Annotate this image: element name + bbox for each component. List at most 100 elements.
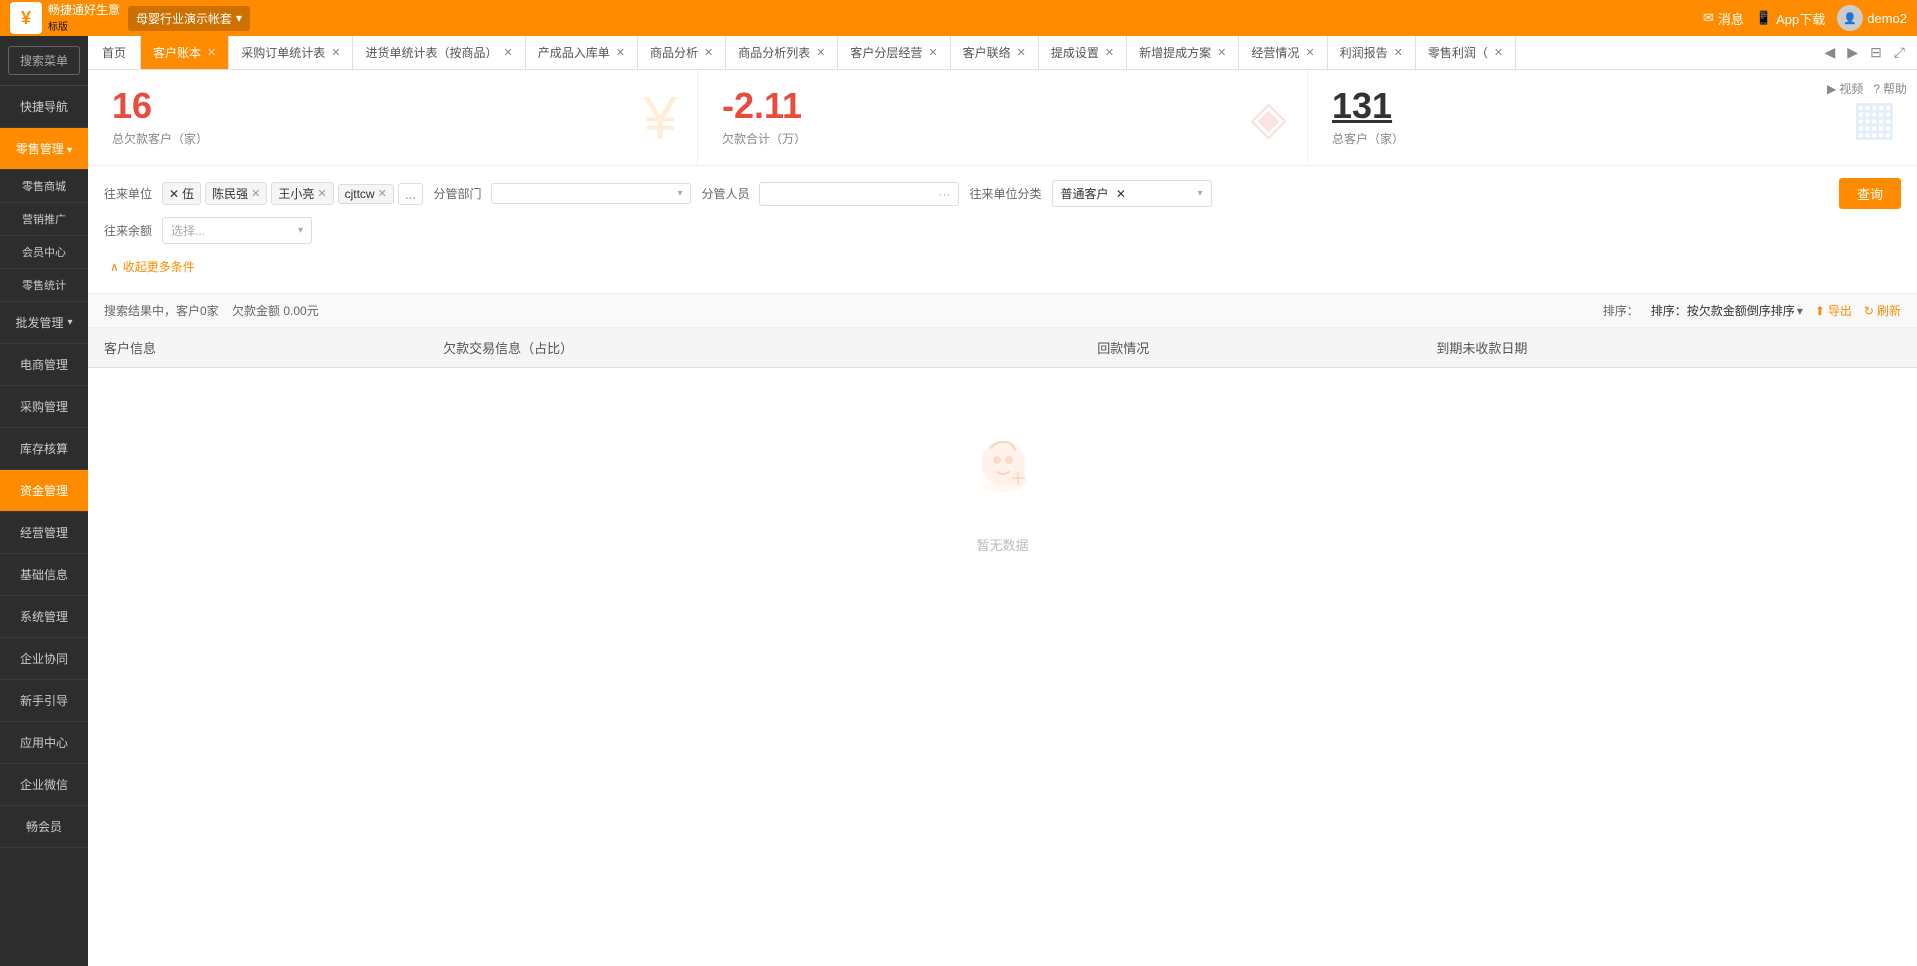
remove-icon[interactable]: ✕ [251, 187, 260, 200]
video-button[interactable]: ▶ 视频 [1827, 80, 1863, 97]
tab-bar: 首页 客户账本 ✕ 采购订单统计表 ✕ 进货单统计表（按商品） ✕ 产成品入库单… [88, 36, 1917, 70]
sidebar-item-app-center[interactable]: 应用中心 [0, 722, 88, 764]
export-button[interactable]: ⬆ 导出 [1815, 302, 1852, 319]
remove-icon[interactable]: ✕ [1116, 187, 1126, 201]
search-menu-button[interactable]: 搜索菜单 [8, 46, 80, 75]
tab-maximize-button[interactable]: ⤢ [1890, 42, 1909, 63]
sidebar-item-marketing-promo[interactable]: 营销推广 [0, 203, 88, 236]
sidebar-item-system-management[interactable]: 系统管理 [0, 596, 88, 638]
remove-icon[interactable]: ✕ [378, 187, 387, 200]
remain-filter-select[interactable]: 选择... ▾ [162, 217, 312, 244]
tab-customer-contact[interactable]: 客户联络 ✕ [951, 36, 1039, 69]
tab-prev-button[interactable]: ◀ [1821, 42, 1840, 63]
tab-close-icon[interactable]: ✕ [928, 46, 937, 59]
tab-product-in-stock[interactable]: 产成品入库单 ✕ [526, 36, 638, 69]
unit-tag-wang[interactable]: 王小亮 ✕ [271, 182, 333, 205]
user-profile[interactable]: 👤 demo2 [1837, 5, 1907, 31]
col-customer-info: 客户信息 [88, 328, 427, 368]
app-download-button[interactable]: 📱 App下载 [1756, 9, 1825, 28]
tab-new-promote-plan[interactable]: 新增提成方案 ✕ [1127, 36, 1239, 69]
collapse-button[interactable]: ∧ 收起更多条件 [104, 252, 1901, 281]
tab-close-icon[interactable]: ✕ [207, 46, 216, 59]
sidebar-item-retail-mall[interactable]: 零售商城 [0, 170, 88, 203]
tab-close-icon[interactable]: ✕ [1394, 46, 1403, 59]
tab-close-icon[interactable]: ✕ [704, 46, 713, 59]
tab-menu-button[interactable]: ⊟ [1866, 42, 1886, 63]
col-overdue-date: 到期未收款日期 [1420, 328, 1917, 368]
sidebar-item-wholesale-management[interactable]: 批发管理 ▾ [0, 302, 88, 344]
refresh-button[interactable]: ↻ 刷新 [1864, 302, 1901, 319]
main-layout: 搜索菜单 快捷导航 零售管理 ▾ 零售商城 营销推广 会员中心 零售统计 批 [0, 36, 1917, 966]
collapse-row: ∧ 收起更多条件 [104, 252, 1901, 281]
message-icon: ✉ [1703, 10, 1714, 26]
tab-next-button[interactable]: ▶ [1843, 42, 1862, 63]
sort-select[interactable]: 排序：按欠款金额倒序排序 ▾ [1651, 302, 1803, 319]
sidebar-item-inventory-check[interactable]: 库存核算 [0, 428, 88, 470]
tab-close-icon[interactable]: ✕ [816, 46, 825, 59]
sidebar-item-member-center[interactable]: 会员中心 [0, 236, 88, 269]
unit-tag-wu[interactable]: ✕ 伍 [162, 182, 201, 205]
sidebar-item-new-user-guide[interactable]: 新手引导 [0, 680, 88, 722]
sidebar-item-operations-management[interactable]: 经营管理 [0, 512, 88, 554]
sidebar-item-enterprise-wechat[interactable]: 企业微信 [0, 764, 88, 806]
logo-area: ¥ 畅捷通好生意 标版 [10, 2, 120, 34]
sidebar-item-quick-nav[interactable]: 快捷导航 [0, 86, 88, 128]
tab-operations[interactable]: 经营情况 ✕ [1239, 36, 1327, 69]
tab-product-analysis-list[interactable]: 商品分析列表 ✕ [726, 36, 838, 69]
chevron-icon: ▾ [67, 145, 72, 156]
query-button[interactable]: 查询 [1839, 178, 1901, 209]
unit-tag-chen[interactable]: 陈民强 ✕ [205, 182, 267, 205]
sidebar-item-enterprise-cooperation[interactable]: 企业协同 [0, 638, 88, 680]
tab-customer-account[interactable]: 客户账本 ✕ [141, 36, 229, 69]
refresh-icon: ↻ [1864, 304, 1874, 318]
stat-card-total-customers: 131 总客户（家） ▦ [1308, 70, 1917, 165]
tab-purchase-stats-by-product[interactable]: 进货单统计表（按商品） ✕ [353, 36, 525, 69]
overdue-customers-number: 16 [112, 88, 152, 124]
chevron-down-icon: ▾ [677, 188, 682, 199]
workspace-selector[interactable]: 母婴行业演示帐套 ▾ [128, 6, 250, 31]
tab-customer-segmentation[interactable]: 客户分层经营 ✕ [838, 36, 950, 69]
customers-bg-icon: ¥ [644, 83, 677, 152]
question-icon: ? [1873, 82, 1880, 96]
remove-icon[interactable]: ✕ [317, 187, 326, 200]
overdue-amount-label: 欠款合计（万） [722, 130, 806, 147]
sidebar-item-retail-stats[interactable]: 零售统计 [0, 269, 88, 302]
tab-profit-report[interactable]: 利润报告 ✕ [1328, 36, 1416, 69]
unit-filter-tags: ✕ 伍 陈民强 ✕ 王小亮 ✕ [162, 182, 423, 205]
sidebar-item-pro-member[interactable]: 畅会员 [0, 806, 88, 848]
tab-close-icon[interactable]: ✕ [331, 46, 340, 59]
tab-close-icon[interactable]: ✕ [504, 46, 513, 59]
person-filter-label: 分管人员 [701, 185, 749, 202]
tab-home[interactable]: 首页 [88, 36, 141, 69]
tab-close-icon[interactable]: ✕ [1217, 46, 1226, 59]
dept-filter-select[interactable]: ▾ [491, 183, 691, 204]
tab-retail-profit[interactable]: 零售利润（ ✕ [1416, 36, 1516, 69]
sidebar-item-ecommerce-management[interactable]: 电商管理 [0, 344, 88, 386]
tab-close-icon[interactable]: ✕ [1494, 46, 1503, 59]
tab-close-icon[interactable]: ✕ [616, 46, 625, 59]
tab-close-icon[interactable]: ✕ [1305, 46, 1314, 59]
sidebar-item-retail-management[interactable]: 零售管理 ▾ [0, 128, 88, 170]
unit-more-button[interactable]: ... [398, 183, 424, 205]
total-customers-number: 131 [1332, 88, 1392, 124]
unit-tag-cjttcw[interactable]: cjttcw ✕ [338, 184, 394, 204]
tab-promote-settings[interactable]: 提成设置 ✕ [1039, 36, 1127, 69]
stat-card-overdue-customers: 16 总欠款客户（家） ¥ [88, 70, 698, 165]
video-help-area: ▶ 视频 ? 帮助 [1827, 80, 1907, 97]
category-filter-select[interactable]: 普通客户 ✕ ▾ [1052, 180, 1212, 207]
sidebar-item-finance-management[interactable]: 资金管理 [0, 470, 88, 512]
tab-close-icon[interactable]: ✕ [1105, 46, 1114, 59]
person-filter-select[interactable]: ··· [759, 182, 959, 206]
total-bg-icon: ▦ [1852, 90, 1897, 146]
logo-text: 畅捷通好生意 [48, 3, 120, 19]
sidebar-item-purchase-management[interactable]: 采购管理 [0, 386, 88, 428]
sidebar: 搜索菜单 快捷导航 零售管理 ▾ 零售商城 营销推广 会员中心 零售统计 批 [0, 36, 88, 966]
col-overdue-trade-info: 欠款交易信息（占比） [427, 328, 1081, 368]
help-button[interactable]: ? 帮助 [1873, 80, 1907, 97]
tab-product-analysis[interactable]: 商品分析 ✕ [638, 36, 726, 69]
dots-icon[interactable]: ··· [938, 187, 950, 201]
sidebar-item-basic-info[interactable]: 基础信息 [0, 554, 88, 596]
tab-close-icon[interactable]: ✕ [1017, 46, 1026, 59]
message-button[interactable]: ✉ 消息 [1703, 9, 1744, 28]
tab-purchase-order-stats[interactable]: 采购订单统计表 ✕ [229, 36, 353, 69]
